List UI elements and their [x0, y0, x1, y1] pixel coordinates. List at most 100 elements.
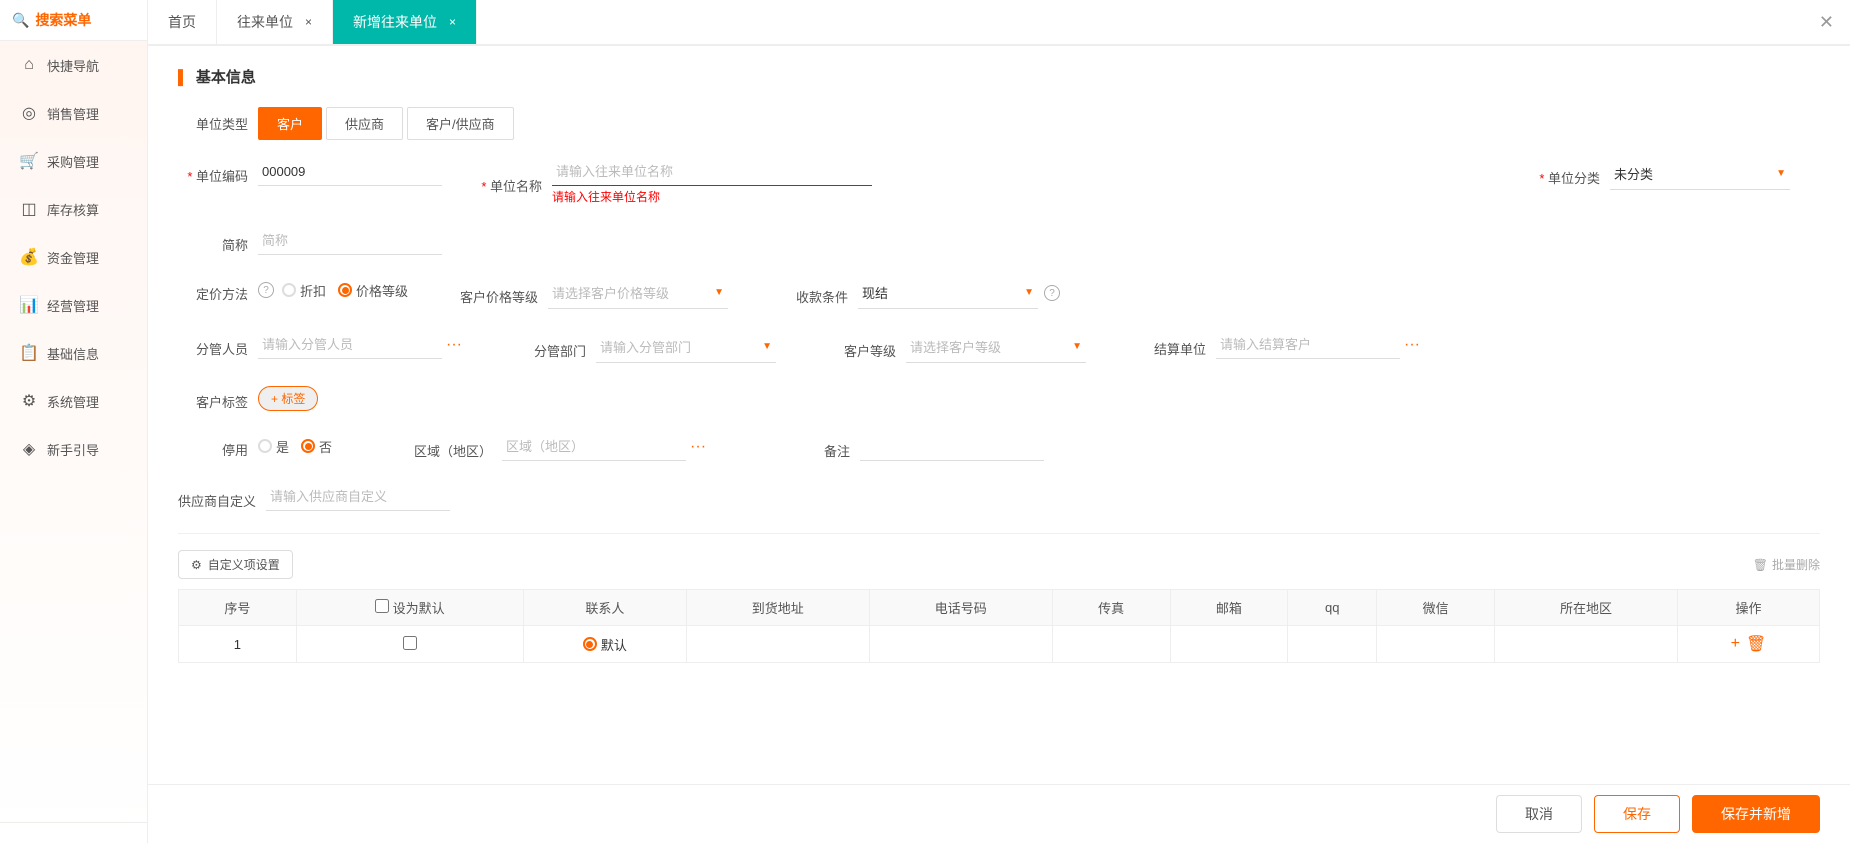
sidebar-item-quick-nav[interactable]: ⌂ 快捷导航: [0, 41, 147, 89]
sidebar-item-purchase[interactable]: 🛒 采购管理: [0, 137, 147, 185]
manager-row: 分管人员 ··· 分管部门 请输入分管部门 ▼ 客户等级: [178, 331, 1820, 367]
table-col-6: 邮箱: [1170, 590, 1288, 626]
table-cell-0-7: [1288, 626, 1377, 663]
area-label: 区域（地区）: [412, 434, 502, 460]
unit-category-control: 未分类 ▼: [1610, 158, 1790, 190]
settlement-more-btn[interactable]: ···: [1400, 336, 1424, 354]
table-col-8: 微信: [1377, 590, 1495, 626]
sidebar-item-ops[interactable]: 📊 经营管理: [0, 281, 147, 329]
pricing-help-icon[interactable]: ?: [258, 282, 274, 298]
pricing-level-radio[interactable]: [338, 283, 352, 297]
customer-price-select[interactable]: 请选择客户价格等级 ▼: [548, 277, 728, 309]
close-all-tabs[interactable]: ✕: [1819, 12, 1834, 33]
manager-more-btn[interactable]: ···: [442, 336, 466, 354]
tab-new-partner[interactable]: 新增往来单位×: [333, 0, 477, 44]
disable-group: 停用 是 否: [178, 433, 332, 459]
save-new-button[interactable]: 保存并新增: [1692, 795, 1820, 833]
payment-terms-group: 收款条件 现结 ▼ ?: [778, 277, 1060, 309]
customer-level-label: 客户等级: [826, 334, 906, 360]
remark-input[interactable]: [860, 433, 1044, 461]
sidebar-search[interactable]: 🔍 搜索菜单: [0, 0, 147, 41]
disable-yes-label[interactable]: 是: [258, 437, 289, 456]
unit-name-error: 请输入往来单位名称: [552, 188, 872, 205]
batch-delete-btn[interactable]: 🗑 批量删除: [1753, 556, 1820, 573]
unit-name-input[interactable]: [552, 158, 872, 186]
row-add-btn-0[interactable]: +: [1731, 635, 1740, 653]
unit-code-input[interactable]: [258, 158, 442, 186]
type-btn-both[interactable]: 客户/供应商: [407, 107, 514, 140]
tab-partners[interactable]: 往来单位×: [217, 0, 333, 44]
area-group: 区域（地区） ···: [412, 433, 710, 461]
sidebar-item-finance[interactable]: 💰 资金管理: [0, 233, 147, 281]
table-col-7: qq: [1288, 590, 1377, 626]
area-input[interactable]: [502, 433, 686, 461]
customer-level-control: 请选择客户等级 ▼: [906, 331, 1086, 363]
sidebar-item-basic[interactable]: 📋 基础信息: [0, 329, 147, 377]
area-control: [502, 433, 686, 461]
footer-bar: 取消 保存 保存并新增: [148, 784, 1850, 843]
disable-no-label[interactable]: 否: [301, 437, 332, 456]
pricing-level-label[interactable]: 价格等级: [338, 281, 408, 300]
manager-group: 分管人员 ···: [178, 331, 466, 359]
settlement-input[interactable]: [1216, 331, 1400, 359]
settlement-label: 结算单位: [1136, 332, 1216, 358]
cancel-button[interactable]: 取消: [1496, 795, 1582, 833]
payment-help-icon[interactable]: ?: [1044, 285, 1060, 301]
batch-delete-label: 批量删除: [1772, 556, 1820, 573]
short-name-group: 简称: [178, 227, 442, 255]
sidebar-label-basic: 基础信息: [47, 344, 99, 363]
supplier-custom-group: 供应商自定义: [178, 483, 450, 511]
manager-input[interactable]: [258, 331, 442, 359]
finance-icon: 💰: [19, 247, 39, 267]
code-name-category-row: 单位编码 单位名称 请输入往来单位名称 单位分类 未分类 ▼: [178, 158, 1820, 209]
sidebar-footer: [0, 822, 147, 843]
table-col-9: 所在地区: [1494, 590, 1677, 626]
type-btn-customer[interactable]: 客户: [258, 107, 322, 140]
pricing-discount-radio[interactable]: [282, 283, 296, 297]
manager-control: [258, 331, 442, 359]
sidebar-label-inventory: 库存核算: [47, 200, 99, 219]
disable-yes-radio[interactable]: [258, 439, 272, 453]
unit-code-group: 单位编码: [178, 158, 442, 186]
inventory-icon: ◫: [19, 199, 39, 219]
supplier-custom-input[interactable]: [266, 483, 450, 511]
unit-category-label: 单位分类: [1530, 161, 1610, 187]
dept-control: 请输入分管部门 ▼: [596, 331, 776, 363]
tab-close-partners[interactable]: ×: [305, 15, 312, 29]
pricing-discount-label[interactable]: 折扣: [282, 281, 326, 300]
short-name-input[interactable]: [258, 227, 442, 255]
sidebar-item-guide[interactable]: ◈ 新手引导: [0, 425, 147, 473]
sidebar-item-system[interactable]: ⚙ 系统管理: [0, 377, 147, 425]
row-delete-btn-0[interactable]: 🗑: [1746, 634, 1766, 654]
short-name-row: 简称: [178, 227, 1820, 259]
sidebar-label-quick-nav: 快捷导航: [47, 56, 99, 75]
customer-level-select[interactable]: 请选择客户等级 ▼: [906, 331, 1086, 363]
add-tag-btn[interactable]: + 标签: [258, 386, 318, 411]
default-radio-0[interactable]: [583, 637, 597, 651]
sidebar-item-inventory[interactable]: ◫ 库存核算: [0, 185, 147, 233]
sidebar-item-sales[interactable]: ◎ 销售管理: [0, 89, 147, 137]
section-title: ▌ 基本信息: [178, 66, 1820, 87]
sidebar-label-system: 系统管理: [47, 392, 99, 411]
payment-terms-select[interactable]: 现结 ▼: [858, 277, 1038, 309]
pricing-discount-text: 折扣: [300, 281, 326, 300]
select-all-checkbox[interactable]: [375, 599, 389, 613]
custom-settings-btn[interactable]: ⚙ 自定义项设置: [178, 550, 293, 579]
save-button[interactable]: 保存: [1594, 795, 1680, 833]
unit-category-select[interactable]: 未分类 ▼: [1610, 158, 1790, 190]
table-cell-0-5: [1052, 626, 1170, 663]
tab-close-new-partner[interactable]: ×: [449, 15, 456, 29]
row-checkbox-0[interactable]: [403, 636, 417, 650]
type-btn-supplier[interactable]: 供应商: [326, 107, 403, 140]
disable-no-radio[interactable]: [301, 439, 315, 453]
supplier-custom-control: [266, 483, 450, 511]
tab-home[interactable]: 首页: [148, 0, 217, 44]
supplier-custom-row: 供应商自定义: [178, 483, 1820, 515]
dept-group: 分管部门 请输入分管部门 ▼: [516, 331, 776, 363]
dept-select[interactable]: 请输入分管部门 ▼: [596, 331, 776, 363]
area-more-btn[interactable]: ···: [686, 438, 710, 456]
sidebar-label-sales: 销售管理: [47, 104, 99, 123]
settlement-group: 结算单位 ···: [1136, 331, 1424, 359]
form-area: ▌ 基本信息 单位类型 客户 供应商 客户/供应商 单位编码 单位名称: [148, 46, 1850, 784]
customer-level-placeholder: 请选择客户等级: [910, 337, 1068, 356]
